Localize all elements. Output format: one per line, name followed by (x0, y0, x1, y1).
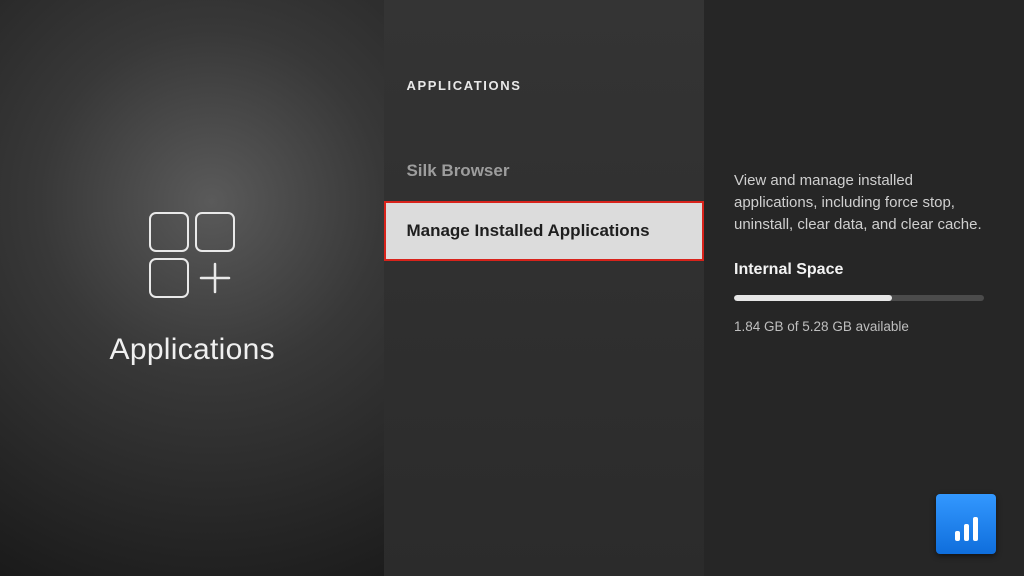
storage-available-text: 1.84 GB of 5.28 GB available (734, 319, 984, 334)
bar-chart-icon (955, 517, 978, 541)
menu-panel: APPLICATIONS Silk Browser Manage Install… (384, 0, 704, 576)
menu-header: APPLICATIONS (384, 78, 704, 93)
left-panel-title: Applications (110, 333, 275, 367)
menu-item-manage-installed-applications[interactable]: Manage Installed Applications (384, 201, 704, 261)
app-icon-square (149, 212, 189, 252)
left-panel: Applications (0, 0, 384, 576)
plus-icon (195, 258, 235, 298)
applications-icon (146, 209, 238, 301)
detail-panel: View and manage installed applications, … (704, 0, 1024, 576)
menu-item-silk-browser[interactable]: Silk Browser (384, 141, 704, 201)
app-icon-square (149, 258, 189, 298)
stats-tile[interactable] (936, 494, 996, 554)
storage-progress-bar (734, 295, 984, 301)
storage-label: Internal Space (734, 261, 984, 279)
settings-applications-screen: Applications APPLICATIONS Silk Browser M… (0, 0, 1024, 576)
storage-progress-fill (734, 295, 892, 301)
app-icon-square (195, 212, 235, 252)
detail-description: View and manage installed applications, … (734, 170, 984, 235)
